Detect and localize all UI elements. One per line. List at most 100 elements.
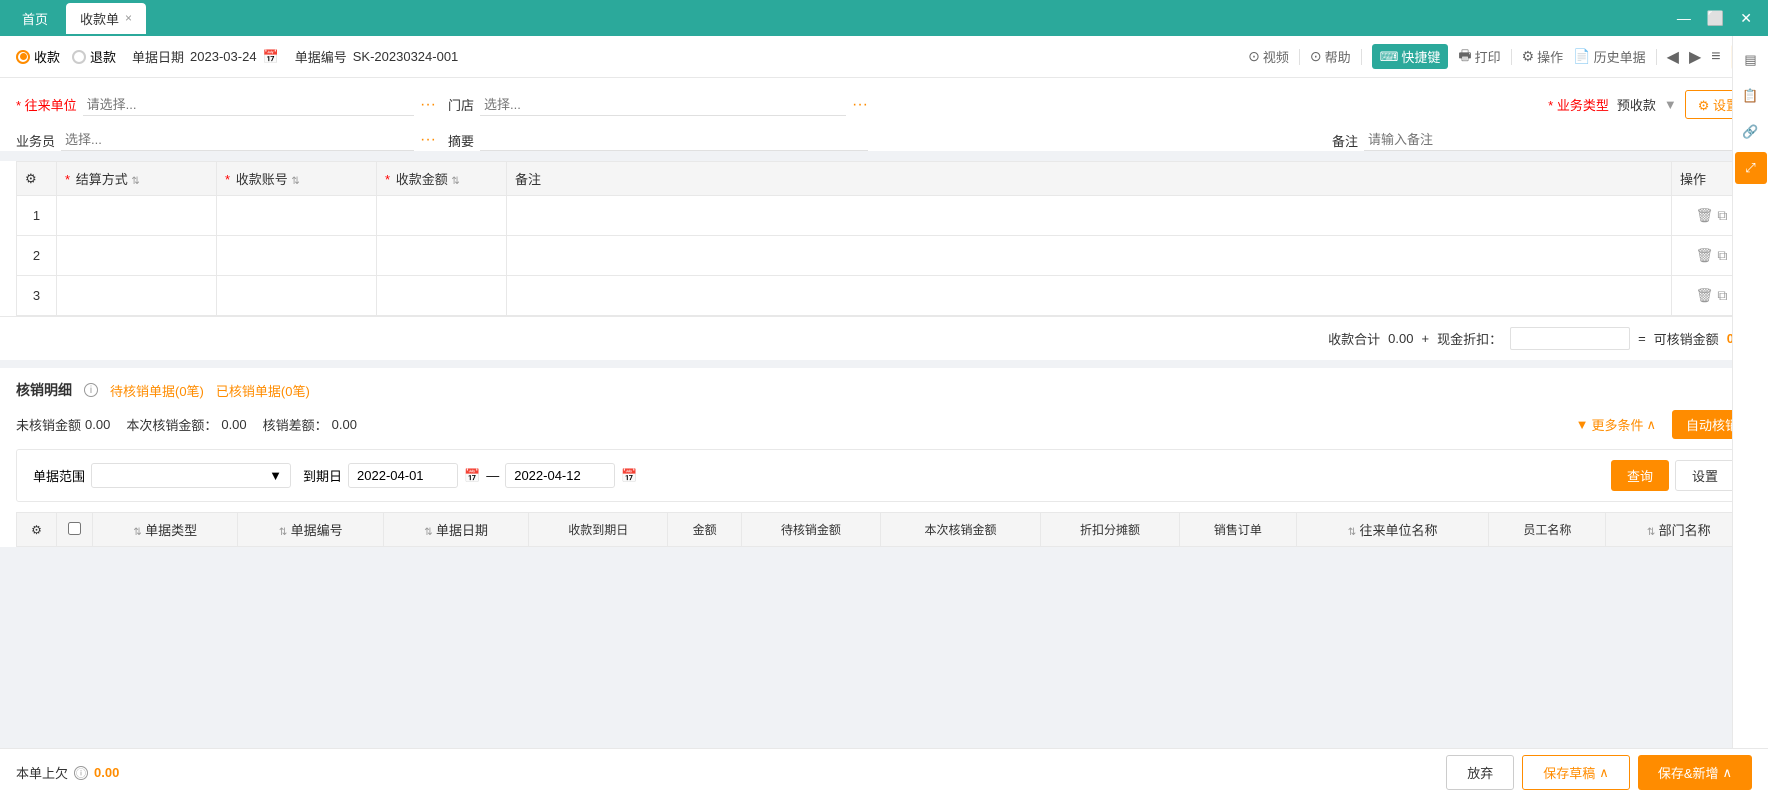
counterpart-more-btn[interactable]: ··· [420,96,436,114]
radio-tuikuan[interactable]: 退款 [72,47,116,66]
sidebar-table-icon[interactable]: ▤ [1735,44,1767,76]
table-row: 3 🗑 ⧉ [17,276,1752,316]
sidebar-clipboard-icon[interactable]: 📋 [1735,80,1767,112]
action-ops[interactable]: ⚙ 操作 [1522,47,1564,66]
query-btn[interactable]: 查询 [1611,460,1669,491]
more-conditions-label: 更多条件 [1591,415,1643,434]
select-all-checkbox[interactable] [68,522,81,535]
row3-remark[interactable] [507,276,1672,316]
tab-active[interactable]: 收款单 × [66,3,146,34]
row3-settlement[interactable] [57,276,217,316]
abstract-input[interactable] [480,129,868,151]
docno-label: 单据编号 [295,47,347,66]
row2-remark[interactable] [507,236,1672,276]
tab-close-btn[interactable]: × [125,11,132,25]
remark-input[interactable] [1364,129,1752,151]
total-value: 0.00 [1388,331,1413,346]
shop-more-btn[interactable]: ··· [852,96,868,114]
action-print[interactable]: 🖶 打印 [1458,45,1500,69]
sidebar-link-icon[interactable]: 🔗 [1735,116,1767,148]
row1-account[interactable] [217,196,377,236]
section-divider [0,360,1768,368]
row1-amount[interactable] [377,196,507,236]
doc-no-sort[interactable]: ⇅ [279,527,287,538]
amount-required: * [385,172,390,187]
row1-copy-icon[interactable]: ⧉ [1717,207,1727,224]
row3-delete-icon[interactable]: 🗑 [1696,287,1714,304]
calendar-icon[interactable]: 📅 [263,49,279,65]
nav-next-icon[interactable]: ▶ [1689,47,1701,67]
bth-doc-type-label: 单据类型 [145,523,197,538]
more-conditions-btn[interactable]: ▼ 更多条件 ∧ [1576,415,1656,434]
hexiao-info-icon[interactable]: i [84,383,98,397]
setting-btn[interactable]: 设置 [1675,460,1735,491]
abandon-btn[interactable]: 放弃 [1446,755,1514,790]
shortcut-btn[interactable]: ⌨ 快捷键 [1372,44,1449,69]
counterpart-sort[interactable]: ⇅ [1348,527,1356,538]
bth-current: 本次核销金额 [880,513,1040,547]
row3-copy-icon[interactable]: ⧉ [1717,287,1727,304]
action-help[interactable]: ⊙ 帮助 [1310,47,1351,66]
calendar-icon-start[interactable]: 📅 [464,468,480,484]
th-settings[interactable]: ⚙ [17,162,57,196]
row2-settlement[interactable] [57,236,217,276]
row1-delete-icon[interactable]: 🗑 [1696,207,1714,224]
save-new-btn[interactable]: 保存&新增 ∧ [1638,755,1752,790]
row2-amount[interactable] [377,236,507,276]
layout-list-icon[interactable]: ≡ [1711,48,1720,66]
bottom-table-header: ⚙ ⇅ 单据类型 ⇅ 单据编号 ⇅ 单据日期 收款到期日 金额 待 [17,513,1752,547]
calendar-icon-end[interactable]: 📅 [621,468,637,484]
due-date-end-input[interactable] [505,463,615,488]
tab-home[interactable]: 首页 [8,3,62,34]
due-date-start-input[interactable] [348,463,458,488]
range-filter-field: 单据范围 ▼ [33,463,291,488]
row2-copy-icon[interactable]: ⧉ [1717,247,1727,264]
sidebar-expand-icon[interactable]: ⤢ [1735,152,1767,184]
staff-more-btn[interactable]: ··· [420,131,436,149]
row1-settlement[interactable] [57,196,217,236]
amount-sort-icon[interactable]: ⇅ [451,176,459,187]
nav-prev-icon[interactable]: ◀ [1667,47,1679,67]
row2-delete-icon[interactable]: 🗑 [1696,247,1714,264]
action-history[interactable]: 📄 历史单据 [1573,47,1645,66]
doc-type-sort[interactable]: ⇅ [133,527,141,538]
hexiao-done-tab[interactable]: 已核销单据(0笔) [216,381,310,400]
bth-doc-no-label: 单据编号 [291,523,343,538]
row1-remark[interactable] [507,196,1672,236]
restore-btn[interactable]: ⬜ [1703,10,1728,27]
biz-type-dropdown[interactable]: ▼ [1664,97,1677,112]
stat-current: 本次核销金额： 0.00 [126,415,246,434]
shop-input[interactable] [480,94,846,116]
bth-checkbox[interactable] [57,513,93,547]
settlement-sort-icon[interactable]: ⇅ [131,176,139,187]
row3-amount[interactable] [377,276,507,316]
bth-settings[interactable]: ⚙ [17,513,57,547]
filter-btns: 查询 设置 [1611,460,1735,491]
row3-account[interactable] [217,276,377,316]
account-sort-icon[interactable]: ⇅ [291,176,299,187]
footer-info-icon[interactable]: ⓘ [74,766,88,780]
divider1 [1299,49,1300,65]
expand-icon: ∧ [1646,417,1656,433]
hexiao-pending-tab[interactable]: 待核销单据(0笔) [110,381,204,400]
action-video[interactable]: ⊙ 视频 [1248,47,1289,66]
discount-input[interactable] [1510,327,1630,350]
bth-staff: 员工名称 [1489,513,1606,547]
row2-account[interactable] [217,236,377,276]
settlement-required: * [65,172,70,187]
staff-input[interactable] [61,129,414,151]
available-label: 可核销金额 [1654,329,1719,348]
date-value[interactable]: 2023-03-24 [190,49,257,64]
table-header-row: ⚙ * 结算方式 ⇅ * 收款账号 ⇅ * 收款金额 ⇅ 备注 操作 [17,162,1752,196]
hexiao-section: 核销明细 i 待核销单据(0笔) 已核销单据(0笔) 未核销金额 0.00 本次… [0,368,1768,547]
dept-sort[interactable]: ⇅ [1647,527,1655,538]
radio-shoukuan[interactable]: 收款 [16,47,60,66]
range-select[interactable]: ▼ [91,463,291,488]
tab-active-label: 收款单 [80,9,119,28]
counterpart-input[interactable] [83,94,414,116]
minimize-btn[interactable]: — [1673,10,1695,27]
doc-date-sort[interactable]: ⇅ [424,527,432,538]
close-btn[interactable]: ✕ [1736,10,1756,27]
shortcut-icon: ⌨ [1380,49,1399,65]
save-draft-btn[interactable]: 保存草稿 ∧ [1522,755,1630,790]
